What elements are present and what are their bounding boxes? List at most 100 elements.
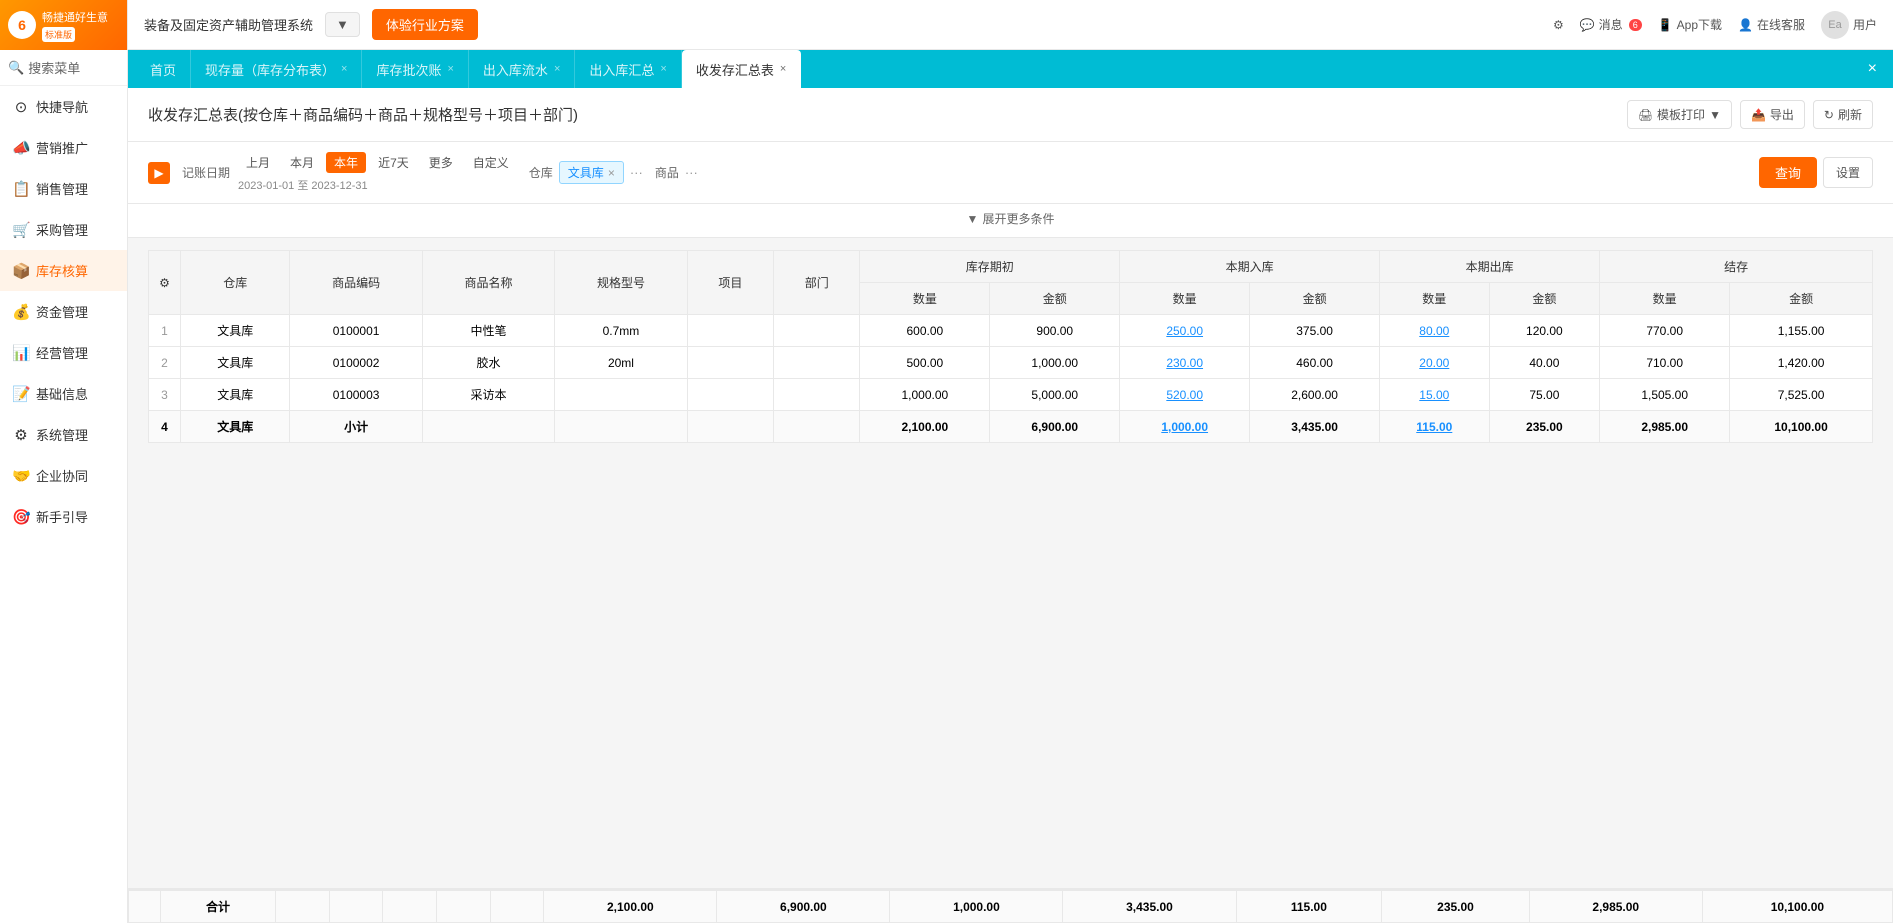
dropdown-arrow-icon: ▼ [336, 17, 349, 32]
sidebar-item-enterprise[interactable]: 🤝 企业协同 [0, 455, 127, 496]
tab-stock-summary[interactable]: 收发存汇总表 × [682, 50, 801, 88]
message-button[interactable]: 💬 消息 6 [1580, 16, 1642, 33]
data-table: ⚙ 仓库 商品编码 商品名称 规格型号 项目 部门 库存期初 本期入库 本期出库… [148, 250, 1873, 443]
cell-out-amt-1: 120.00 [1489, 315, 1600, 347]
warehouse-filter-more[interactable]: ··· [630, 165, 643, 180]
th-out-group: 本期出库 [1380, 251, 1600, 283]
sidebar-item-label: 快捷导航 [36, 97, 88, 116]
tab-inout-flow[interactable]: 出入库流水 × [469, 50, 575, 88]
export-button[interactable]: 📤 导出 [1740, 100, 1805, 129]
refresh-icon: ↻ [1824, 108, 1834, 122]
th-in-group: 本期入库 [1120, 251, 1380, 283]
cell-code-3: 0100003 [290, 379, 422, 411]
row-num-1: 1 [149, 315, 181, 347]
cell-out-qty-3[interactable]: 15.00 [1380, 379, 1489, 411]
sidebar-item-basic[interactable]: 📝 基础信息 [0, 373, 127, 414]
basic-icon: 📝 [12, 385, 30, 403]
subtotal-balance-qty: 2,985.00 [1600, 411, 1730, 443]
table-row: 2 文具库 0100002 胶水 20ml 500.00 1,000.00 23… [149, 347, 1873, 379]
settings-header[interactable]: ⚙ [1553, 18, 1564, 32]
sidebar-search[interactable]: 🔍 搜索菜单 [0, 50, 127, 86]
table-area: ⚙ 仓库 商品编码 商品名称 规格型号 项目 部门 库存期初 本期入库 本期出库… [128, 238, 1893, 888]
subtotal-out-qty[interactable]: 115.00 [1380, 411, 1489, 443]
refresh-button[interactable]: ↻ 刷新 [1813, 100, 1873, 129]
sidebar-item-guide[interactable]: 🎯 新手引导 [0, 496, 127, 537]
date-btn-this-year[interactable]: 本年 [326, 152, 366, 173]
cell-out-qty-1[interactable]: 80.00 [1380, 315, 1489, 347]
cell-in-qty-2[interactable]: 230.00 [1120, 347, 1250, 379]
tab-batch-label: 库存批次账 [376, 60, 441, 79]
sidebar: 6 畅捷通好生意 标准版 🔍 搜索菜单 ⊙ 快捷导航 📣 营销推广 📋 销售管理… [0, 0, 128, 923]
trial-button[interactable]: 体验行业方案 [372, 9, 478, 40]
date-btn-this-month[interactable]: 本月 [282, 152, 322, 173]
cell-project-3 [687, 379, 773, 411]
sidebar-item-purchase[interactable]: 🛒 采购管理 [0, 209, 127, 250]
cell-spec-3 [555, 379, 687, 411]
header-right: ⚙ 💬 消息 6 📱 App下载 👤 在线客服 Ea 用户 [1553, 11, 1877, 39]
expand-filters-button[interactable]: ▼ 展开更多条件 [967, 210, 1055, 227]
online-support[interactable]: 👤 在线客服 [1738, 16, 1805, 33]
setting-button[interactable]: 设置 [1823, 157, 1873, 188]
tab-bar-close-button[interactable]: × [1860, 60, 1885, 78]
date-btn-7days[interactable]: 近7天 [370, 152, 417, 173]
tab-inventory-dist[interactable]: 现存量（库存分布表） × [191, 50, 362, 88]
header-left: 装备及固定资产辅助管理系统 ▼ 体验行业方案 [144, 9, 478, 40]
tab-close-icon[interactable]: × [341, 63, 347, 75]
sidebar-item-inventory[interactable]: 📦 库存核算 [0, 250, 127, 291]
sidebar-item-operation[interactable]: 📊 经营管理 [0, 332, 127, 373]
query-button[interactable]: 查询 [1759, 157, 1817, 188]
sidebar-item-label: 基础信息 [36, 384, 88, 403]
app-download[interactable]: 📱 App下载 [1658, 16, 1722, 33]
tab-close-icon[interactable]: × [554, 63, 560, 75]
cell-balance-amt-1: 1,155.00 [1730, 315, 1873, 347]
filter-toggle-arrow[interactable]: ▶ [148, 162, 170, 184]
tab-inventory-dist-label: 现存量（库存分布表） [205, 60, 335, 79]
avatar: Ea [1821, 11, 1849, 39]
tab-close-icon[interactable]: × [660, 63, 666, 75]
print-button[interactable]: 🖨 模板打印 ▼ [1627, 100, 1732, 129]
goods-filter-more[interactable]: ··· [685, 165, 698, 180]
tab-close-active-icon[interactable]: × [780, 63, 786, 75]
subtotal-in-qty[interactable]: 1,000.00 [1120, 411, 1250, 443]
cell-in-qty-3[interactable]: 520.00 [1120, 379, 1250, 411]
th-dept: 部门 [774, 251, 860, 315]
warehouse-tag-close[interactable]: × [608, 166, 615, 180]
page-content: 收发存汇总表(按仓库＋商品编码＋商品＋规格型号＋项目＋部门) 🖨 模板打印 ▼ … [128, 88, 1893, 923]
system-dropdown[interactable]: ▼ [325, 12, 360, 37]
user-menu[interactable]: Ea 用户 [1821, 11, 1877, 39]
enterprise-icon: 🤝 [12, 467, 30, 485]
cell-balance-qty-2: 710.00 [1600, 347, 1730, 379]
tab-stock-summary-label: 收发存汇总表 [696, 60, 774, 79]
subtotal-row: 4 文具库 小计 2,100.00 6,900.00 1,000.00 3,43… [149, 411, 1873, 443]
table-footer: 合计 2,100.00 6,900.00 1,000.00 3,435.00 1… [128, 888, 1893, 923]
page-title: 收发存汇总表(按仓库＋商品编码＋商品＋规格型号＋项目＋部门) [148, 104, 578, 125]
date-filters: 上月 本月 本年 近7天 更多 自定义 2023-01-01 至 2023-12… [238, 152, 517, 193]
sidebar-item-sales[interactable]: 📋 销售管理 [0, 168, 127, 209]
cell-project-1 [687, 315, 773, 347]
cell-out-qty-2[interactable]: 20.00 [1380, 347, 1489, 379]
tab-inout-summary[interactable]: 出入库汇总 × [575, 50, 681, 88]
sidebar-item-label: 库存核算 [36, 261, 88, 280]
date-btn-last-month[interactable]: 上月 [238, 152, 278, 173]
user-label: 用户 [1853, 16, 1877, 33]
footer-table: 合计 2,100.00 6,900.00 1,000.00 3,435.00 1… [128, 890, 1893, 923]
sidebar-item-system[interactable]: ⚙ 系统管理 [0, 414, 127, 455]
tab-close-icon[interactable]: × [447, 63, 453, 75]
th-opening-amt: 金额 [990, 283, 1120, 315]
date-btn-more[interactable]: 更多 [421, 152, 461, 173]
th-settings[interactable]: ⚙ [149, 251, 181, 315]
tab-home[interactable]: 首页 [136, 50, 191, 88]
th-in-amt: 金额 [1250, 283, 1380, 315]
date-btn-custom[interactable]: 自定义 [465, 152, 517, 173]
sidebar-item-quick-nav[interactable]: ⊙ 快捷导航 [0, 86, 127, 127]
subtotal-out-amt: 235.00 [1489, 411, 1600, 443]
tab-batch[interactable]: 库存批次账 × [362, 50, 468, 88]
refresh-label: 刷新 [1838, 106, 1862, 123]
th-code: 商品编码 [290, 251, 422, 315]
sidebar-item-marketing[interactable]: 📣 营销推广 [0, 127, 127, 168]
date-btn-row: 上月 本月 本年 近7天 更多 自定义 [238, 152, 517, 173]
cell-opening-amt-3: 5,000.00 [990, 379, 1120, 411]
cell-in-amt-1: 375.00 [1250, 315, 1380, 347]
sidebar-item-finance[interactable]: 💰 资金管理 [0, 291, 127, 332]
cell-in-qty-1[interactable]: 250.00 [1120, 315, 1250, 347]
